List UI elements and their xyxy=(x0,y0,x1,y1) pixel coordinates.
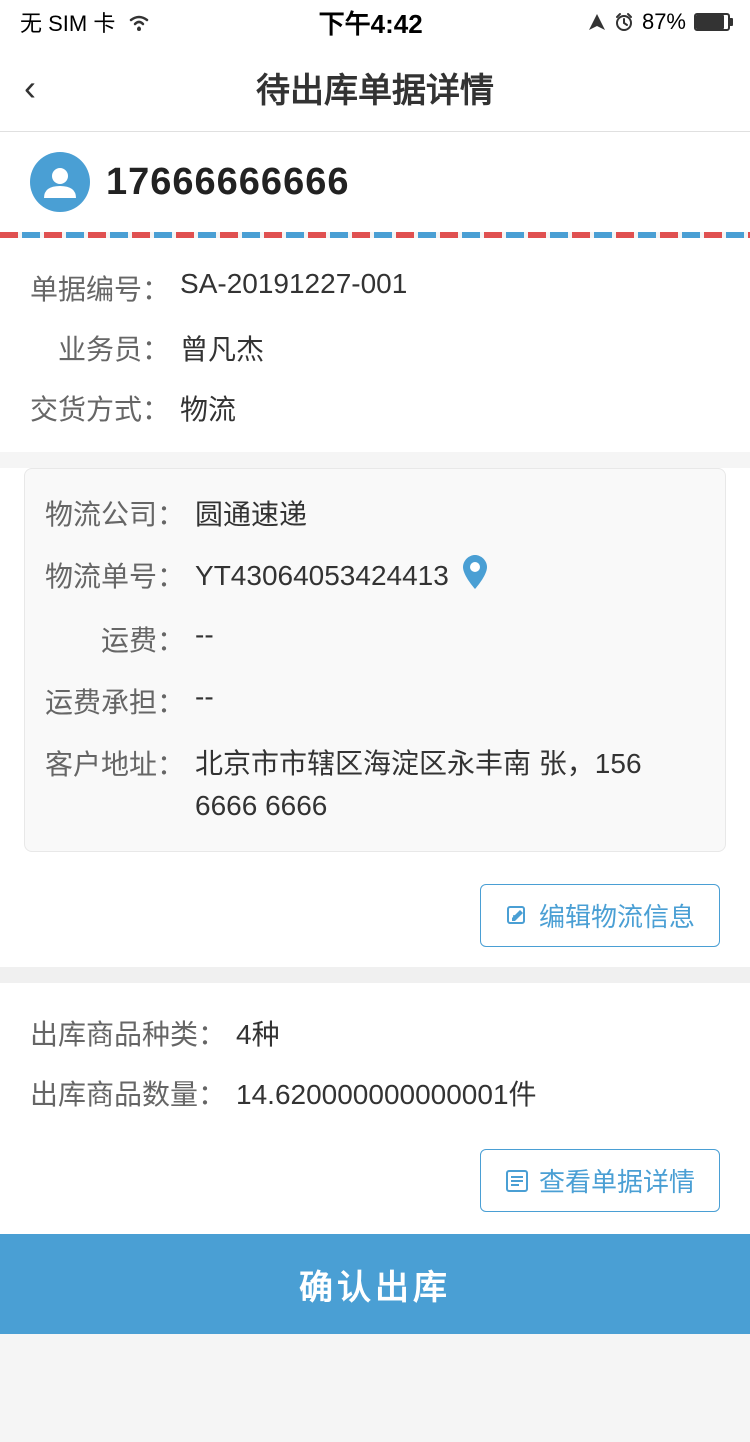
logistics-tracking-label: 物流单号： xyxy=(45,555,185,595)
logistics-company-value: 圆通速递 xyxy=(185,493,705,533)
confirm-button[interactable]: 确认出库 xyxy=(0,1234,750,1334)
delivery-value: 物流 xyxy=(170,388,720,428)
address-row: 客户地址： 北京市市辖区海淀区永丰南 张，156 6666 6666 xyxy=(45,743,705,827)
staff-value: 曾凡杰 xyxy=(170,328,720,368)
list-icon xyxy=(505,1169,529,1193)
staff-label: 业务员： xyxy=(30,328,170,368)
view-detail-area: 查看单据详情 xyxy=(0,1133,750,1242)
tracking-location-icon[interactable] xyxy=(461,555,489,597)
goods-quantity-value: 14.620000000000001件 xyxy=(226,1073,720,1113)
status-bar: 无 SIM 卡 下午4:42 87% xyxy=(0,0,750,44)
logistics-company-row: 物流公司： 圆通速递 xyxy=(45,493,705,533)
status-time: 下午4:42 xyxy=(319,4,423,41)
customer-phone: 17666666666 xyxy=(106,161,349,204)
edit-logistics-button[interactable]: 编辑物流信息 xyxy=(480,884,720,947)
logistics-tracking-row: 物流单号： YT43064053424413 xyxy=(45,555,705,597)
address-label: 客户地址： xyxy=(45,743,185,783)
freight-row: 运费： -- xyxy=(45,619,705,659)
delivery-label: 交货方式： xyxy=(30,388,170,428)
goods-type-label: 出库商品种类： xyxy=(30,1013,226,1053)
battery-percent: 87% xyxy=(642,9,686,35)
page-title: 待出库单据详情 xyxy=(256,63,494,112)
section-separator xyxy=(0,967,750,983)
carrier-label: 无 SIM 卡 xyxy=(20,6,115,38)
logistics-card: 物流公司： 圆通速递 物流单号： YT43064053424413 运费： xyxy=(24,468,726,852)
logistics-company-label: 物流公司： xyxy=(45,493,185,533)
edit-logistics-label: 编辑物流信息 xyxy=(539,897,695,934)
status-right: 87% xyxy=(588,9,730,35)
goods-type-value: 4种 xyxy=(226,1013,720,1053)
view-detail-label: 查看单据详情 xyxy=(539,1162,695,1199)
wifi-icon xyxy=(125,12,153,32)
goods-quantity-row: 出库商品数量： 14.620000000000001件 xyxy=(30,1073,720,1113)
edit-logistics-area: 编辑物流信息 xyxy=(0,868,750,967)
edit-icon xyxy=(505,904,529,928)
goods-quantity-label: 出库商品数量： xyxy=(30,1073,226,1113)
alarm-icon xyxy=(614,12,634,32)
person-icon xyxy=(40,162,80,202)
delivery-row: 交货方式： 物流 xyxy=(30,388,720,428)
document-row: 单据编号： SA-20191227-001 xyxy=(30,268,720,308)
confirm-label: 确认出库 xyxy=(299,1260,451,1309)
freight-label: 运费： xyxy=(45,619,185,659)
customer-header: 17666666666 xyxy=(0,132,750,232)
goods-type-row: 出库商品种类： 4种 xyxy=(30,1013,720,1053)
freight-value: -- xyxy=(185,619,705,651)
status-left: 无 SIM 卡 xyxy=(20,6,153,38)
order-info-section: 单据编号： SA-20191227-001 业务员： 曾凡杰 交货方式： 物流 xyxy=(0,238,750,452)
freight-bear-label: 运费承担： xyxy=(45,681,185,721)
freight-bear-value: -- xyxy=(185,681,705,713)
address-value: 北京市市辖区海淀区永丰南 张，156 6666 6666 xyxy=(185,743,705,827)
staff-row: 业务员： 曾凡杰 xyxy=(30,328,720,368)
view-detail-button[interactable]: 查看单据详情 xyxy=(480,1149,720,1212)
battery-icon xyxy=(694,13,730,31)
freight-bear-row: 运费承担： -- xyxy=(45,681,705,721)
avatar xyxy=(30,152,90,212)
logistics-tracking-value: YT43064053424413 xyxy=(185,555,705,597)
order-summary-section: 出库商品种类： 4种 出库商品数量： 14.620000000000001件 xyxy=(0,983,750,1133)
nav-bar: ‹ 待出库单据详情 xyxy=(0,44,750,132)
back-button[interactable]: ‹ xyxy=(24,67,36,109)
location-status-icon xyxy=(588,13,606,31)
document-label: 单据编号： xyxy=(30,268,170,308)
document-value: SA-20191227-001 xyxy=(170,268,720,300)
